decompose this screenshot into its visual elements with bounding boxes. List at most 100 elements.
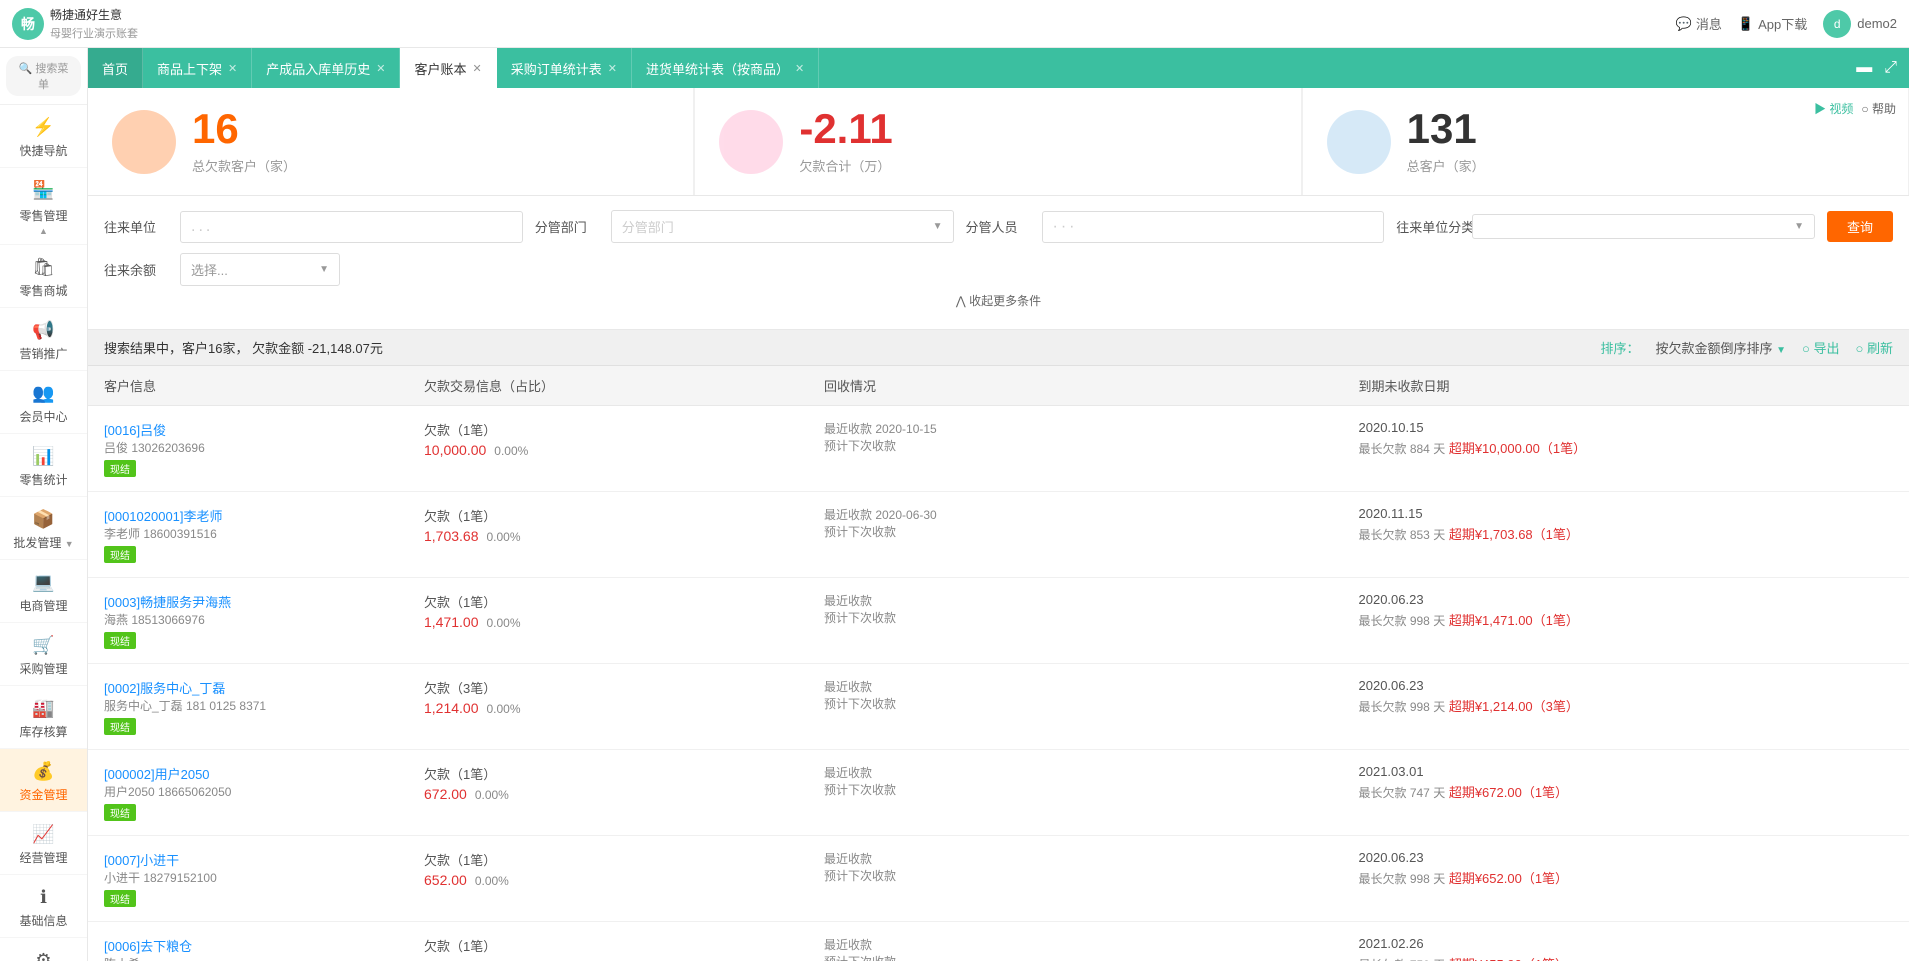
results-text: 搜索结果中，客户16家， 欠款金额 -21,148.07元 [104,338,383,357]
data-table: 客户信息 欠款交易信息（占比） 回收情况 到期未收款日期 [0016]吕俊 吕俊… [88,366,1909,961]
user-area[interactable]: d demo2 [1823,10,1897,38]
customer-name-link-2[interactable]: [0003]畅捷服务尹海燕 [104,592,424,611]
sidebar-item-ecommerce[interactable]: 💻 电商管理 [0,560,87,623]
sidebar: 🔍 搜索菜单 ⚡ 快捷导航 🏪 零售管理 ▲ 🛍 零售商城 📢 营销推广 👥 会… [0,48,88,961]
tab-bar: 首页 商品上下架 ✕ 产成品入库单历史 ✕ 客户账本 ✕ 采购订单统计表 ✕ 进… [88,48,1909,88]
stat-card-total-debt: ◇ -2.11 欠款合计（万） [694,88,1301,195]
content-area: ¥ 16 总欠款客户（家） ◇ -2.11 欠款合计（万） [88,88,1909,961]
close-tab-purchase-stats[interactable]: ✕ [608,62,617,75]
return-info-5: 最近收款 预计下次收款 [824,850,1359,884]
download-icon: 📱 [1738,16,1754,32]
export-btn[interactable]: ○ 导出 [1802,338,1840,357]
tab-inbound-stats[interactable]: 进货单统计表（按商品） ✕ [632,48,819,88]
close-tab-product-list[interactable]: ✕ [228,62,237,75]
top-bar: 畅 畅捷通好生意 母婴行业演示账套 💬 消息 📱 App下载 d demo2 [0,0,1909,48]
badge-0: 现结 [104,460,136,477]
overdue-info-2: 2020.06.23 最长欠款 998 天 超期¥1,471.00（1笔） [1359,592,1894,629]
sidebar-item-marketing[interactable]: 📢 营销推广 [0,308,87,371]
filter-row-2: 往来余额 选择... ▼ [104,253,1893,286]
sidebar-item-batch-mgmt[interactable]: 📦 批发管理 ▼ [0,497,87,560]
filter-group-from-unit: 往来单位 ... [104,211,523,243]
sidebar-item-purchase[interactable]: 🛒 采购管理 [0,623,87,686]
search-menu-box[interactable]: 🔍 搜索菜单 [6,56,81,96]
app-download-btn[interactable]: 📱 App下载 [1738,14,1807,33]
badge-1: 现结 [104,546,136,563]
close-tab-inbound-stats[interactable]: ✕ [795,62,804,75]
video-btn[interactable]: ▶ 视频 [1814,100,1853,117]
overdue-info-0: 2020.10.15 最长欠款 884 天 超期¥10,000.00（1笔） [1359,420,1894,457]
filter-group-manager: 分管人员 ··· [966,211,1385,243]
sidebar-item-retail-stats[interactable]: 📊 零售统计 [0,434,87,497]
return-info-6: 最近收款 预计下次收款 [824,936,1359,961]
overdue-info-1: 2020.11.15 最长欠款 853 天 超期¥1,703.68（1笔） [1359,506,1894,543]
results-actions: 排序： 按欠款金额倒序排序 ▼ ○ 导出 ○ 刷新 [1600,338,1893,357]
manager-input[interactable]: ··· [1042,211,1385,243]
customer-name-link-3[interactable]: [0002]服务中心_丁磊 [104,678,424,697]
sidebar-item-quick-nav[interactable]: ⚡ 快捷导航 [0,105,87,168]
total-customers-label: 总客户（家） [1407,156,1884,175]
total-debt-icon: ◇ [719,110,783,174]
unit-class-select[interactable]: ▼ [1472,214,1815,239]
customer-name-link-0[interactable]: [0016]吕俊 [104,420,424,439]
sidebar-item-member[interactable]: 👥 会员中心 [0,371,87,434]
customer-name-link-5[interactable]: [0007]小进干 [104,850,424,869]
sidebar-item-system[interactable]: ⚙ 系统管理 [0,938,87,961]
table-row: [0007]小进干 小进干 18279152100 现结 欠款（1笔） 652.… [88,836,1909,922]
collapse-row[interactable]: ⋀ 收起更多条件 [104,286,1893,315]
customer-name-link-4[interactable]: [000002]用户2050 [104,764,424,783]
sort-select[interactable]: 按欠款金额倒序排序 ▼ [1655,338,1786,357]
sidebar-item-finance[interactable]: 💰 资金管理 [0,749,87,812]
table-row: [0006]去下粮仓 陈小希 现结 欠款（1笔） 455.900.00% 最近收… [88,922,1909,961]
collapse-icon: ⋀ [956,294,966,308]
customer-info-1: [0001020001]李老师 李老师 18600391516 现结 [104,506,424,563]
retail-mgmt-icon: 🏪 [32,180,54,201]
sidebar-item-inventory[interactable]: 🏭 库存核算 [0,686,87,749]
return-info-4: 最近收款 预计下次收款 [824,764,1359,798]
tab-home[interactable]: 首页 [88,48,143,88]
balance-select[interactable]: 选择... ▼ [180,253,340,286]
retail-stats-icon: 📊 [4,446,83,467]
help-icon: ○ [1861,102,1868,116]
refresh-btn[interactable]: ○ 刷新 [1856,338,1894,357]
sidebar-item-basic-info[interactable]: ℹ 基础信息 [0,875,87,938]
balance-label: 往来余额 [104,260,174,279]
debt-info-3: 欠款（3笔） 1,214.000.00% [424,678,824,716]
customer-name-link-6[interactable]: [0006]去下粮仓 [104,936,424,955]
tab-product-history[interactable]: 产成品入库单历史 ✕ [252,48,400,88]
messages-btn[interactable]: 💬 消息 [1676,14,1722,33]
debt-info-1: 欠款（1笔） 1,703.680.00% [424,506,824,544]
help-btn[interactable]: ○ 帮助 [1861,100,1896,117]
dept-select[interactable]: 分管部门 ▼ [611,210,954,243]
tab-purchase-stats[interactable]: 采购订单统计表 ✕ [497,48,632,88]
from-unit-label: 往来单位 [104,217,174,236]
close-tab-customer-account[interactable]: ✕ [473,62,482,75]
close-tab-product-history[interactable]: ✕ [376,62,385,75]
manager-label: 分管人员 [966,217,1036,236]
sidebar-item-retail-mall[interactable]: 🛍 零售商城 [0,245,87,308]
batch-mgmt-icon: 📦 [4,509,83,530]
tab-bar-actions: ▬ ⤢ [1844,55,1909,81]
return-info-2: 最近收款 预计下次收款 [824,592,1359,626]
refresh-icon: ○ [1856,341,1864,356]
sidebar-item-retail-mgmt[interactable]: 🏪 零售管理 ▲ [0,168,87,245]
purchase-icon: 🛒 [4,635,83,656]
overdue-info-4: 2021.03.01 最长欠款 747 天 超期¥672.00（1笔） [1359,764,1894,801]
customer-info-6: [0006]去下粮仓 陈小希 现结 [104,936,424,961]
arrow-icon: ▲ [39,226,48,236]
search-button[interactable]: 查询 [1827,211,1893,242]
sidebar-item-business[interactable]: 📈 经营管理 [0,812,87,875]
tab-customer-account[interactable]: 客户账本 ✕ [400,48,496,88]
sidebar-search[interactable]: 🔍 搜索菜单 [0,48,87,105]
tab-minimize-btn[interactable]: ▬ [1852,55,1876,81]
tab-product-list[interactable]: 商品上下架 ✕ [143,48,252,88]
system-icon: ⚙ [4,950,83,961]
tab-maximize-btn[interactable]: ⤢ [1880,55,1901,81]
marketing-icon: 📢 [4,320,83,341]
manager-dots: ··· [1053,218,1078,236]
stat-info-total-customers: 131 总客户（家） [1407,108,1884,175]
from-unit-input[interactable]: ... [180,211,523,243]
logo-icon: 畅 [12,8,44,40]
customer-name-link-1[interactable]: [0001020001]李老师 [104,506,424,525]
logo-area: 畅 畅捷通好生意 母婴行业演示账套 [12,6,138,41]
debt-customers-icon: ¥ [112,110,176,174]
